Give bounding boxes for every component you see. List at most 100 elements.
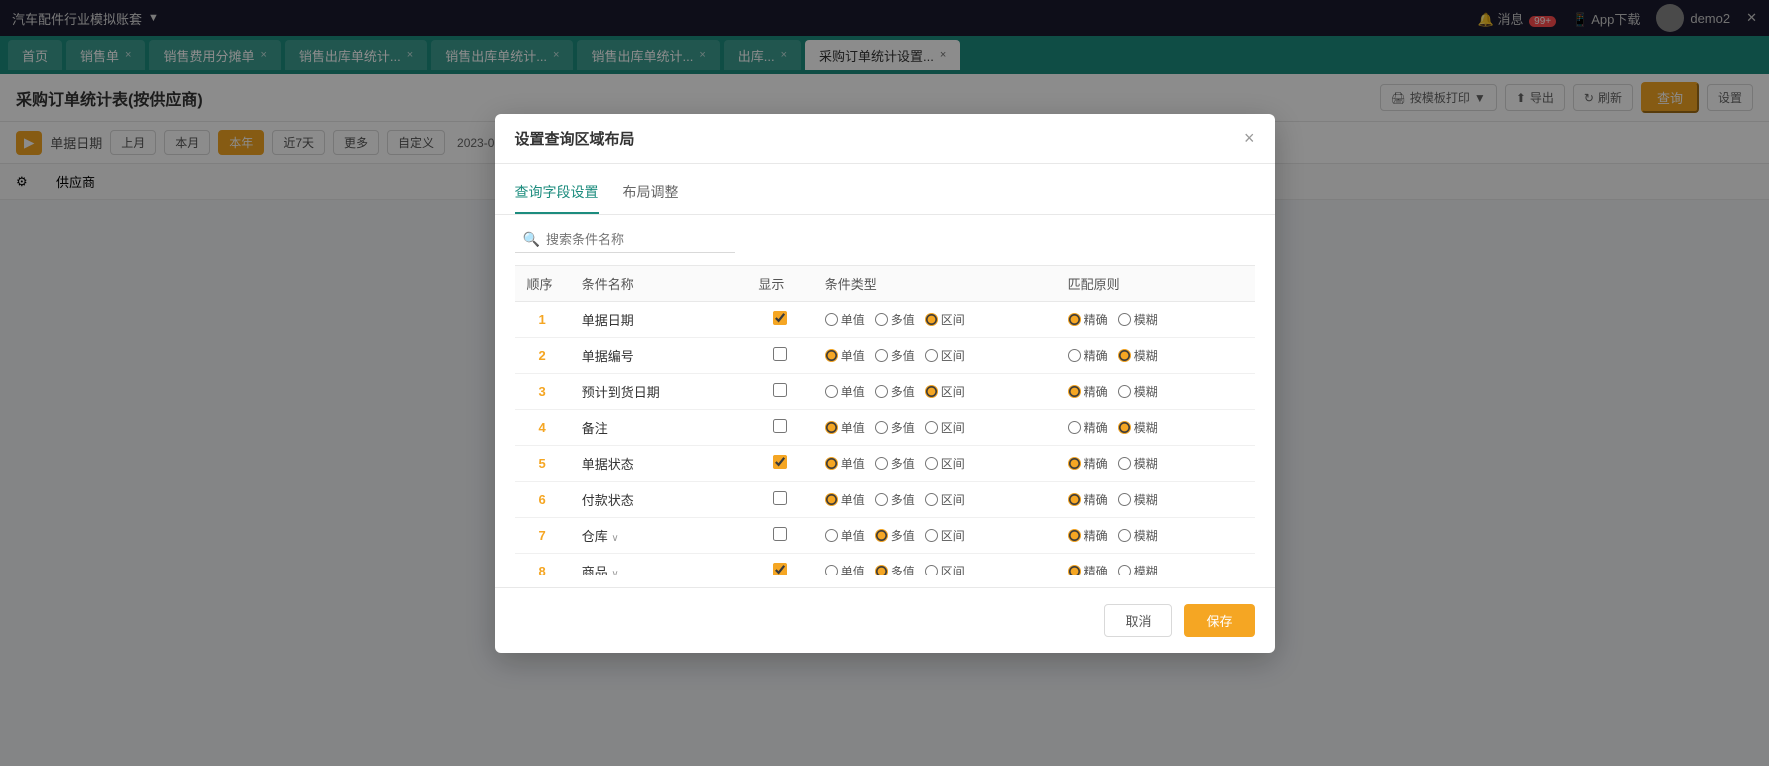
radio-precise-6[interactable] — [1068, 493, 1081, 506]
match-fuzzy-7[interactable]: 模糊 — [1118, 527, 1158, 544]
display-checkbox-1[interactable] — [773, 311, 787, 325]
row-display-4[interactable] — [746, 409, 812, 445]
save-button[interactable]: 保存 — [1184, 604, 1254, 637]
row-display-1[interactable] — [746, 301, 812, 337]
radio-single-6[interactable] — [825, 493, 838, 506]
row-display-6[interactable] — [746, 481, 812, 517]
type-multi-3[interactable]: 多值 — [875, 383, 915, 400]
type-range-2[interactable]: 区间 — [925, 347, 965, 364]
radio-fuzzy-6[interactable] — [1118, 493, 1131, 506]
radio-range-2[interactable] — [925, 349, 938, 362]
display-checkbox-4[interactable] — [773, 419, 787, 433]
type-range-4[interactable]: 区间 — [925, 419, 965, 436]
radio-single-4[interactable] — [825, 421, 838, 434]
type-multi-5[interactable]: 多值 — [875, 455, 915, 472]
type-range-3[interactable]: 区间 — [925, 383, 965, 400]
display-checkbox-3[interactable] — [773, 383, 787, 397]
row-display-7[interactable] — [746, 517, 812, 553]
radio-range-8[interactable] — [925, 565, 938, 575]
radio-fuzzy-4[interactable] — [1118, 421, 1131, 434]
radio-multi-7[interactable] — [875, 529, 888, 542]
match-fuzzy-8[interactable]: 模糊 — [1118, 563, 1158, 575]
type-multi-4[interactable]: 多值 — [875, 419, 915, 436]
radio-fuzzy-8[interactable] — [1118, 565, 1131, 575]
type-multi-1[interactable]: 多值 — [875, 311, 915, 328]
display-checkbox-2[interactable] — [773, 347, 787, 361]
row-display-5[interactable] — [746, 445, 812, 481]
type-multi-8[interactable]: 多值 — [875, 563, 915, 575]
type-single-2[interactable]: 单值 — [825, 347, 865, 364]
radio-multi-5[interactable] — [875, 457, 888, 470]
row-display-3[interactable] — [746, 373, 812, 409]
radio-single-8[interactable] — [825, 565, 838, 575]
radio-single-1[interactable] — [825, 313, 838, 326]
radio-single-3[interactable] — [825, 385, 838, 398]
dialog-close-button[interactable]: × — [1244, 128, 1255, 149]
radio-multi-8[interactable] — [875, 565, 888, 575]
radio-multi-2[interactable] — [875, 349, 888, 362]
radio-range-1[interactable] — [925, 313, 938, 326]
radio-fuzzy-2[interactable] — [1118, 349, 1131, 362]
radio-fuzzy-1[interactable] — [1118, 313, 1131, 326]
search-input[interactable] — [546, 232, 716, 247]
row-display-8[interactable] — [746, 553, 812, 575]
radio-range-5[interactable] — [925, 457, 938, 470]
match-precise-3[interactable]: 精确 — [1068, 383, 1108, 400]
radio-fuzzy-3[interactable] — [1118, 385, 1131, 398]
radio-single-7[interactable] — [825, 529, 838, 542]
cancel-button[interactable]: 取消 — [1104, 604, 1172, 637]
radio-single-5[interactable] — [825, 457, 838, 470]
type-single-8[interactable]: 单值 — [825, 563, 865, 575]
radio-precise-1[interactable] — [1068, 313, 1081, 326]
radio-precise-3[interactable] — [1068, 385, 1081, 398]
type-multi-6[interactable]: 多值 — [875, 491, 915, 508]
tab-query-fields[interactable]: 查询字段设置 — [515, 176, 599, 214]
display-checkbox-8[interactable] — [773, 563, 787, 575]
display-checkbox-5[interactable] — [773, 455, 787, 469]
match-precise-5[interactable]: 精确 — [1068, 455, 1108, 472]
row-display-2[interactable] — [746, 337, 812, 373]
match-precise-1[interactable]: 精确 — [1068, 311, 1108, 328]
radio-precise-2[interactable] — [1068, 349, 1081, 362]
type-range-5[interactable]: 区间 — [925, 455, 965, 472]
match-precise-8[interactable]: 精确 — [1068, 563, 1108, 575]
radio-range-6[interactable] — [925, 493, 938, 506]
match-precise-4[interactable]: 精确 — [1068, 419, 1108, 436]
radio-range-4[interactable] — [925, 421, 938, 434]
radio-range-3[interactable] — [925, 385, 938, 398]
radio-fuzzy-5[interactable] — [1118, 457, 1131, 470]
radio-fuzzy-7[interactable] — [1118, 529, 1131, 542]
type-multi-7[interactable]: 多值 — [875, 527, 915, 544]
display-checkbox-6[interactable] — [773, 491, 787, 505]
type-single-4[interactable]: 单值 — [825, 419, 865, 436]
radio-multi-4[interactable] — [875, 421, 888, 434]
radio-precise-5[interactable] — [1068, 457, 1081, 470]
type-range-7[interactable]: 区间 — [925, 527, 965, 544]
type-single-3[interactable]: 单值 — [825, 383, 865, 400]
match-fuzzy-2[interactable]: 模糊 — [1118, 347, 1158, 364]
radio-multi-1[interactable] — [875, 313, 888, 326]
match-fuzzy-6[interactable]: 模糊 — [1118, 491, 1158, 508]
radio-precise-4[interactable] — [1068, 421, 1081, 434]
match-fuzzy-3[interactable]: 模糊 — [1118, 383, 1158, 400]
type-range-1[interactable]: 区间 — [925, 311, 965, 328]
radio-multi-6[interactable] — [875, 493, 888, 506]
radio-multi-3[interactable] — [875, 385, 888, 398]
radio-precise-7[interactable] — [1068, 529, 1081, 542]
match-fuzzy-5[interactable]: 模糊 — [1118, 455, 1158, 472]
type-single-1[interactable]: 单值 — [825, 311, 865, 328]
match-fuzzy-4[interactable]: 模糊 — [1118, 419, 1158, 436]
match-precise-2[interactable]: 精确 — [1068, 347, 1108, 364]
display-checkbox-7[interactable] — [773, 527, 787, 541]
match-fuzzy-1[interactable]: 模糊 — [1118, 311, 1158, 328]
type-single-6[interactable]: 单值 — [825, 491, 865, 508]
type-single-5[interactable]: 单值 — [825, 455, 865, 472]
type-single-7[interactable]: 单值 — [825, 527, 865, 544]
type-range-6[interactable]: 区间 — [925, 491, 965, 508]
type-multi-2[interactable]: 多值 — [875, 347, 915, 364]
radio-single-2[interactable] — [825, 349, 838, 362]
type-range-8[interactable]: 区间 — [925, 563, 965, 575]
radio-precise-8[interactable] — [1068, 565, 1081, 575]
match-precise-6[interactable]: 精确 — [1068, 491, 1108, 508]
tab-layout-adjust[interactable]: 布局调整 — [623, 176, 679, 214]
